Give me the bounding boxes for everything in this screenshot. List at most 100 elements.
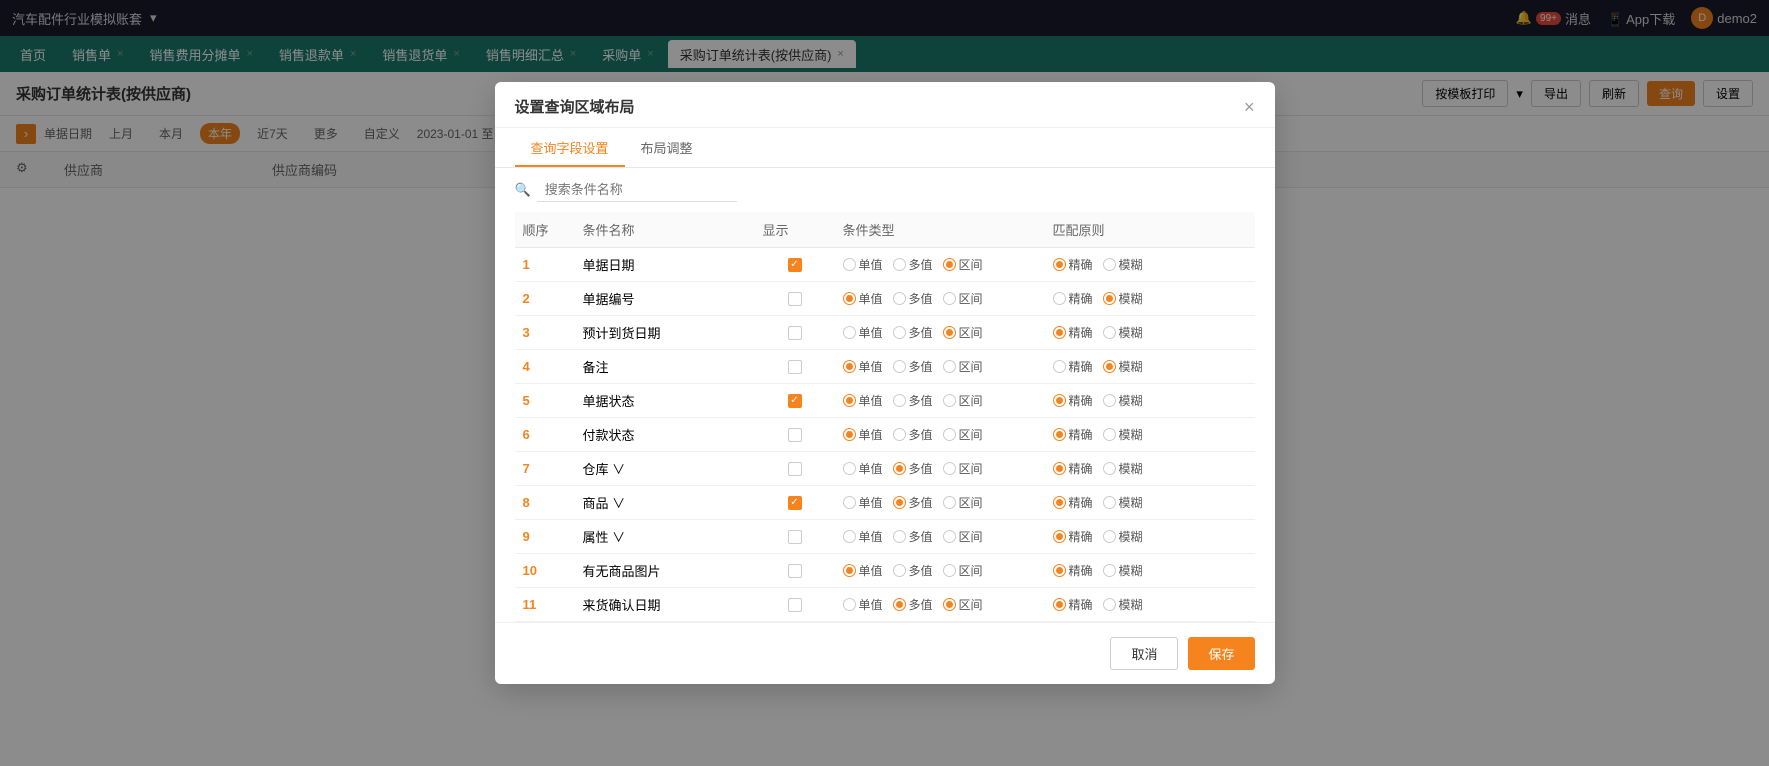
match-fuzzy[interactable]: 模糊 — [1103, 256, 1143, 273]
type-range[interactable]: 区间 — [943, 494, 983, 511]
match-fuzzy[interactable]: 模糊 — [1103, 290, 1143, 307]
row-order: 7 — [515, 461, 575, 476]
row-show-cell — [755, 598, 835, 612]
row-name: 预计到货日期 — [575, 323, 755, 342]
match-exact[interactable]: 精确 — [1053, 290, 1093, 307]
type-single[interactable]: 单值 — [843, 426, 883, 443]
type-range[interactable]: 区间 — [943, 528, 983, 545]
match-fuzzy[interactable]: 模糊 — [1103, 562, 1143, 579]
type-multi[interactable]: 多值 — [893, 460, 933, 477]
match-exact[interactable]: 精确 — [1053, 494, 1093, 511]
type-single[interactable]: 单值 — [843, 256, 883, 273]
row-name: 属性 ∨ — [575, 527, 755, 546]
show-checkbox[interactable] — [788, 496, 802, 510]
type-multi[interactable]: 多值 — [893, 494, 933, 511]
show-checkbox[interactable] — [788, 326, 802, 340]
show-checkbox[interactable] — [788, 598, 802, 612]
row-name: 单据日期 — [575, 255, 755, 274]
type-multi[interactable]: 多值 — [893, 256, 933, 273]
row-match-cell: 精确 模糊 — [1045, 392, 1255, 409]
row-type-cell: 单值 多值 区间 — [835, 494, 1045, 511]
type-multi[interactable]: 多值 — [893, 426, 933, 443]
match-exact[interactable]: 精确 — [1053, 460, 1093, 477]
radio-exact-circle — [1053, 360, 1066, 373]
row-show-cell — [755, 530, 835, 544]
match-fuzzy[interactable]: 模糊 — [1103, 426, 1143, 443]
match-fuzzy[interactable]: 模糊 — [1103, 528, 1143, 545]
match-exact[interactable]: 精确 — [1053, 358, 1093, 375]
show-checkbox[interactable] — [788, 530, 802, 544]
show-checkbox[interactable] — [788, 564, 802, 578]
type-multi[interactable]: 多值 — [893, 290, 933, 307]
type-multi[interactable]: 多值 — [893, 562, 933, 579]
show-checkbox[interactable] — [788, 292, 802, 306]
type-multi[interactable]: 多值 — [893, 392, 933, 409]
show-checkbox[interactable] — [788, 360, 802, 374]
type-single[interactable]: 单值 — [843, 460, 883, 477]
cancel-btn[interactable]: 取消 — [1110, 637, 1178, 670]
match-fuzzy[interactable]: 模糊 — [1103, 324, 1143, 341]
row-match-cell: 精确 模糊 — [1045, 358, 1255, 375]
row-match-cell: 精确 模糊 — [1045, 256, 1255, 273]
type-multi[interactable]: 多值 — [893, 324, 933, 341]
search-input[interactable] — [537, 178, 737, 202]
type-range[interactable]: 区间 — [943, 324, 983, 341]
type-multi[interactable]: 多值 — [893, 528, 933, 545]
radio-single-circle — [843, 292, 856, 305]
show-checkbox[interactable] — [788, 428, 802, 442]
match-exact[interactable]: 精确 — [1053, 596, 1093, 613]
radio-exact-circle — [1053, 258, 1066, 271]
radio-range-circle — [943, 564, 956, 577]
type-single[interactable]: 单值 — [843, 562, 883, 579]
match-exact[interactable]: 精确 — [1053, 324, 1093, 341]
show-checkbox[interactable] — [788, 462, 802, 476]
modal-title: 设置查询区域布局 — [515, 96, 635, 117]
modal-close-btn[interactable]: × — [1244, 98, 1255, 116]
radio-exact-circle — [1053, 462, 1066, 475]
match-exact[interactable]: 精确 — [1053, 562, 1093, 579]
type-range[interactable]: 区间 — [943, 460, 983, 477]
modal-overlay: 设置查询区域布局 × 查询字段设置 布局调整 🔍 顺序 条件名称 显示 条件类型… — [0, 0, 1769, 766]
row-order: 2 — [515, 291, 575, 306]
type-single[interactable]: 单值 — [843, 290, 883, 307]
match-fuzzy[interactable]: 模糊 — [1103, 392, 1143, 409]
row-type-cell: 单值 多值 区间 — [835, 562, 1045, 579]
row-type-cell: 单值 多值 区间 — [835, 392, 1045, 409]
row-order: 8 — [515, 495, 575, 510]
radio-range-circle — [943, 292, 956, 305]
type-range[interactable]: 区间 — [943, 426, 983, 443]
type-single[interactable]: 单值 — [843, 358, 883, 375]
type-single[interactable]: 单值 — [843, 596, 883, 613]
radio-exact-circle — [1053, 428, 1066, 441]
type-multi[interactable]: 多值 — [893, 596, 933, 613]
show-checkbox[interactable] — [788, 258, 802, 272]
type-single[interactable]: 单值 — [843, 494, 883, 511]
type-single[interactable]: 单值 — [843, 528, 883, 545]
type-range[interactable]: 区间 — [943, 596, 983, 613]
type-single[interactable]: 单值 — [843, 392, 883, 409]
type-range[interactable]: 区间 — [943, 256, 983, 273]
type-range[interactable]: 区间 — [943, 290, 983, 307]
type-single[interactable]: 单值 — [843, 324, 883, 341]
show-checkbox[interactable] — [788, 394, 802, 408]
match-exact[interactable]: 精确 — [1053, 528, 1093, 545]
match-fuzzy[interactable]: 模糊 — [1103, 358, 1143, 375]
match-fuzzy[interactable]: 模糊 — [1103, 494, 1143, 511]
modal-header: 设置查询区域布局 × — [495, 82, 1275, 128]
match-fuzzy[interactable]: 模糊 — [1103, 460, 1143, 477]
type-range[interactable]: 区间 — [943, 562, 983, 579]
type-range[interactable]: 区间 — [943, 358, 983, 375]
radio-single-circle — [843, 326, 856, 339]
type-range[interactable]: 区间 — [943, 392, 983, 409]
match-fuzzy[interactable]: 模糊 — [1103, 596, 1143, 613]
type-multi[interactable]: 多值 — [893, 358, 933, 375]
match-exact[interactable]: 精确 — [1053, 392, 1093, 409]
table-row: 10有无商品图片 单值 多值 区间 精确 — [515, 554, 1255, 588]
tab-query-fields[interactable]: 查询字段设置 — [515, 128, 625, 167]
radio-fuzzy-circle — [1103, 462, 1116, 475]
save-btn[interactable]: 保存 — [1188, 637, 1254, 670]
match-exact[interactable]: 精确 — [1053, 426, 1093, 443]
tab-layout-adjust[interactable]: 布局调整 — [625, 128, 709, 167]
radio-range-circle — [943, 428, 956, 441]
match-exact[interactable]: 精确 — [1053, 256, 1093, 273]
